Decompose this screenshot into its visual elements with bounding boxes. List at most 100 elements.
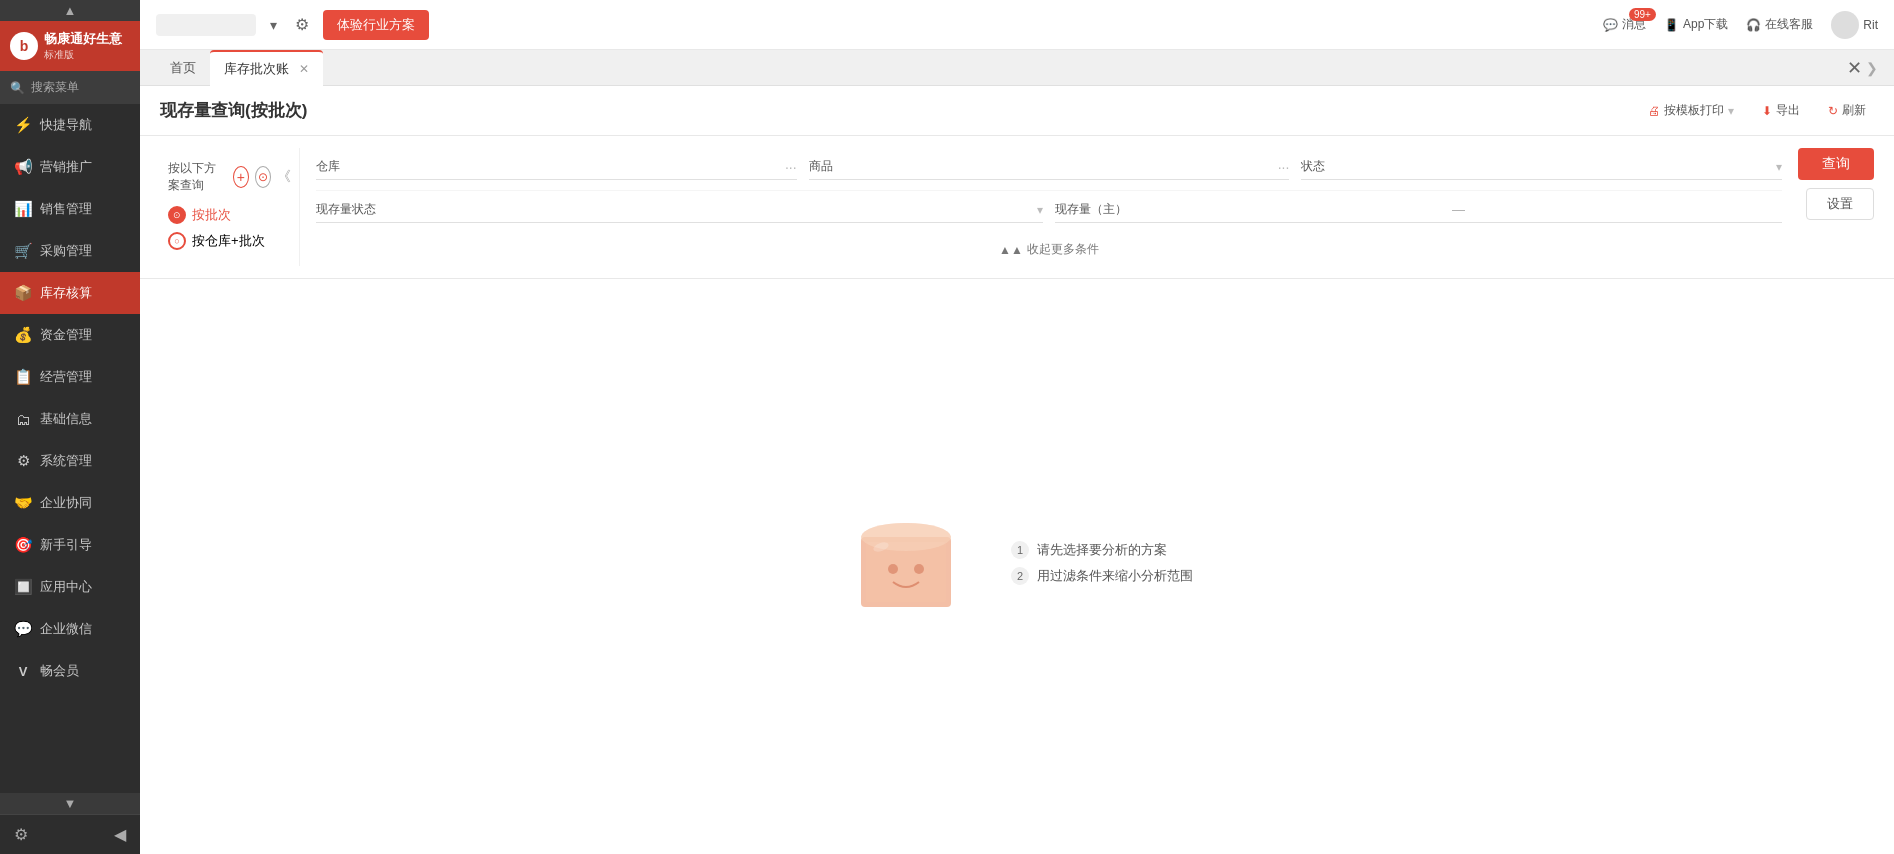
sidebar-item-sales[interactable]: 📊 销售管理	[0, 188, 140, 230]
sidebar-item-wechat[interactable]: 💬 企业微信	[0, 608, 140, 650]
scheme-sidebar: 按以下方案查询 + ⊙ 《 ⊙ 按批次 ○ 按仓库+批次	[160, 148, 300, 266]
sidebar-scroll-up[interactable]: ▲	[0, 0, 140, 21]
svg-point-5	[914, 564, 924, 574]
empty-illustration	[841, 507, 971, 627]
main-area: ▾ ⚙ 体验行业方案 💬 消息 99+ 📱 App下载 🎧 在线客服 Rit	[140, 0, 1894, 854]
warehouse-label: 仓库	[316, 158, 340, 175]
sidebar-item-label: 新手引导	[40, 536, 92, 554]
collapse-more-btn[interactable]: ▲▲ 收起更多条件	[999, 241, 1099, 258]
marketing-icon: 📢	[14, 158, 32, 176]
tab-close-btn[interactable]: ✕	[299, 62, 309, 76]
inventory-amount-from[interactable]	[1135, 202, 1440, 217]
panel-expand-btn[interactable]: ❯	[1866, 60, 1878, 76]
avatar	[1831, 11, 1859, 39]
tab-home[interactable]: 首页	[156, 50, 210, 86]
scheme-batch-icon: ⊙	[168, 206, 186, 224]
sidebar-item-apps[interactable]: 🔲 应用中心	[0, 566, 140, 608]
messages-btn[interactable]: 💬 消息 99+	[1603, 16, 1646, 33]
app-download-btn[interactable]: 📱 App下载	[1664, 16, 1728, 33]
sidebar-search[interactable]: 🔍 搜索菜单	[0, 71, 140, 104]
status-label: 状态	[1301, 158, 1325, 175]
headset-icon: 🎧	[1746, 18, 1761, 32]
inventory-status-field: 现存量状态 ▾	[316, 201, 1043, 223]
user-avatar-area[interactable]: Rit	[1831, 11, 1878, 39]
wechat-icon: 💬	[14, 620, 32, 638]
sidebar-item-member[interactable]: V 畅会员	[0, 650, 140, 692]
message-icon: 💬	[1603, 18, 1618, 32]
inventory-amount-dash: —	[1448, 202, 1469, 217]
sidebar-item-purchase[interactable]: 🛒 采购管理	[0, 230, 140, 272]
inventory-status-expand-icon[interactable]: ▾	[1037, 203, 1043, 217]
print-btn[interactable]: 🖨 按模板打印 ▾	[1640, 98, 1742, 123]
sidebar-header: b 畅康通好生意 标准版	[0, 21, 140, 71]
shortcut-icon: ⚡	[14, 116, 32, 134]
goods-input[interactable]	[841, 159, 1270, 174]
sidebar-nav: ⚡ 快捷导航 📢 营销推广 📊 销售管理 🛒 采购管理 📦 库存核算 💰 资金管…	[0, 104, 140, 793]
inventory-amount-to[interactable]	[1477, 202, 1782, 217]
breadcrumb-dropdown-btn[interactable]: ▾	[266, 13, 281, 37]
refresh-label: 刷新	[1842, 102, 1866, 119]
scheme-add-btn[interactable]: +	[233, 166, 249, 188]
scheme-warehouse-batch-icon: ○	[168, 232, 186, 250]
app-download-label: App下载	[1683, 16, 1728, 33]
messages-badge: 99+	[1629, 8, 1656, 21]
tab-inventory-batch[interactable]: 库存批次账 ✕	[210, 50, 323, 86]
refresh-btn[interactable]: ↻ 刷新	[1820, 98, 1874, 123]
sidebar-item-label: 企业微信	[40, 620, 92, 638]
goods-more-icon[interactable]: ···	[1278, 159, 1290, 175]
topbar: ▾ ⚙ 体验行业方案 💬 消息 99+ 📱 App下载 🎧 在线客服 Rit	[140, 0, 1894, 50]
status-input[interactable]	[1333, 159, 1768, 174]
filter-fields-area: 仓库 ··· 商品 ··· 状态 ▾	[300, 148, 1798, 266]
topbar-gear-btn[interactable]: ⚙	[291, 11, 313, 38]
collapse-sidebar-icon[interactable]: ◀	[114, 825, 126, 844]
scheme-collapse-btn[interactable]: 《	[277, 168, 291, 186]
experience-btn[interactable]: 体验行业方案	[323, 10, 429, 40]
system-icon: ⚙	[14, 452, 32, 470]
sidebar-item-finance[interactable]: 💰 资金管理	[0, 314, 140, 356]
close-panel-btn[interactable]: ✕	[1843, 53, 1866, 83]
sidebar-item-label: 基础信息	[40, 410, 92, 428]
sidebar-item-shortcut[interactable]: ⚡ 快捷导航	[0, 104, 140, 146]
breadcrumb-input[interactable]	[156, 14, 256, 36]
online-service-btn[interactable]: 🎧 在线客服	[1746, 16, 1813, 33]
goods-label: 商品	[809, 158, 833, 175]
sidebar-item-label: 畅会员	[40, 662, 79, 680]
tab-home-label: 首页	[170, 59, 196, 77]
sidebar-item-basic[interactable]: 🗂 基础信息	[0, 398, 140, 440]
refresh-icon: ↻	[1828, 104, 1838, 118]
status-expand-icon[interactable]: ▾	[1776, 160, 1782, 174]
sidebar-item-operation[interactable]: 📋 经营管理	[0, 356, 140, 398]
query-btn[interactable]: 查询	[1798, 148, 1874, 180]
sidebar-item-label: 企业协同	[40, 494, 92, 512]
scheme-settings-btn[interactable]: ⊙	[255, 166, 271, 188]
warehouse-input[interactable]	[348, 159, 777, 174]
warehouse-field: 仓库 ···	[316, 158, 797, 180]
sidebar-item-label: 应用中心	[40, 578, 92, 596]
inventory-status-input[interactable]	[384, 202, 1029, 217]
scheme-warehouse-batch-label: 按仓库+批次	[192, 232, 265, 250]
sidebar-item-enterprise[interactable]: 🤝 企业协同	[0, 482, 140, 524]
inventory-icon: 📦	[14, 284, 32, 302]
search-icon: 🔍	[10, 81, 25, 95]
app-company: 畅康通好生意	[44, 31, 122, 48]
sidebar-item-system[interactable]: ⚙ 系统管理	[0, 440, 140, 482]
member-icon: V	[14, 662, 32, 680]
sales-icon: 📊	[14, 200, 32, 218]
inventory-amount-label: 现存量（主）	[1055, 201, 1127, 218]
inventory-amount-field: 现存量（主） —	[1055, 201, 1782, 223]
export-btn[interactable]: ⬇ 导出	[1754, 98, 1808, 123]
hint-text-1: 请先选择要分析的方案	[1037, 541, 1167, 559]
scheme-item-batch[interactable]: ⊙ 按批次	[160, 202, 299, 228]
sidebar-scroll-down[interactable]: ▼	[0, 793, 140, 814]
finance-icon: 💰	[14, 326, 32, 344]
warehouse-more-icon[interactable]: ···	[785, 159, 797, 175]
scheme-item-warehouse-batch[interactable]: ○ 按仓库+批次	[160, 228, 299, 254]
sidebar-item-marketing[interactable]: 📢 营销推广	[0, 146, 140, 188]
settings-icon[interactable]: ⚙	[14, 825, 28, 844]
sidebar-item-newbie[interactable]: 🎯 新手引导	[0, 524, 140, 566]
sidebar-item-inventory[interactable]: 📦 库存核算	[0, 272, 140, 314]
empty-illustration-svg	[841, 507, 971, 627]
app-logo: b	[10, 32, 38, 60]
inventory-status-label: 现存量状态	[316, 201, 376, 218]
set-btn[interactable]: 设置	[1806, 188, 1874, 220]
